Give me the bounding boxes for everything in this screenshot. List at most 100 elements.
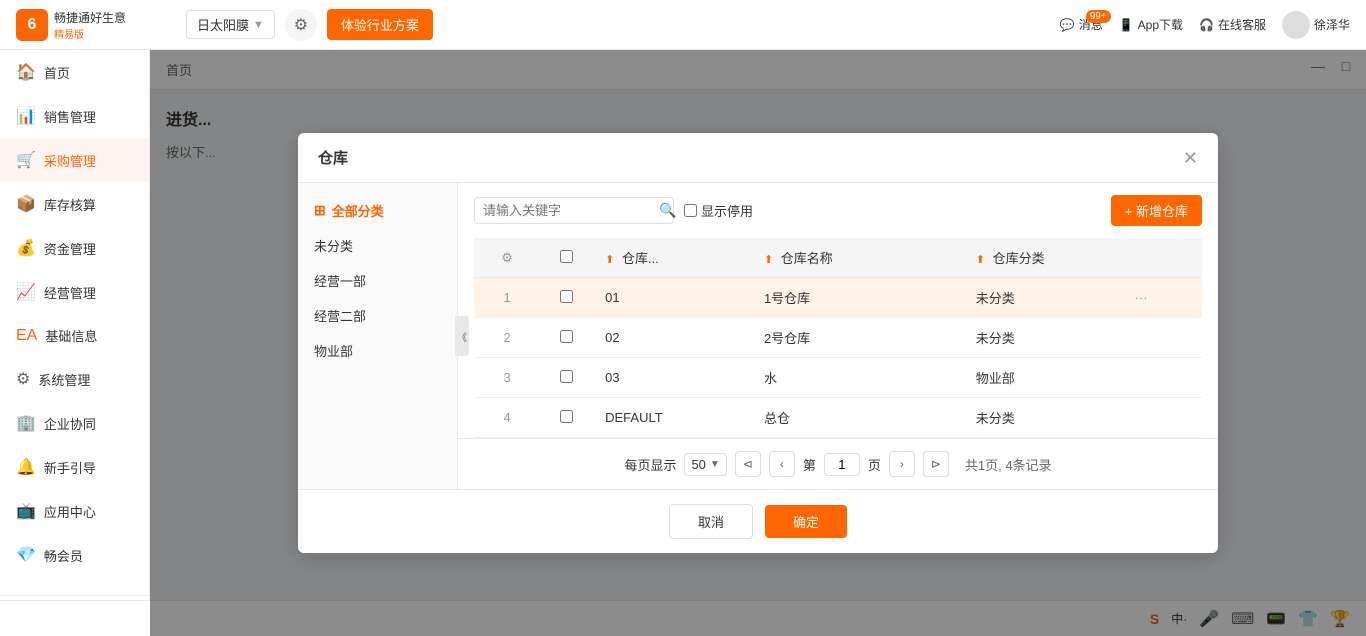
sidebar-item-finance[interactable]: 💰 资金管理 <box>0 226 149 270</box>
category-item-property[interactable]: 物业部 <box>298 333 457 368</box>
pagination: 每页显示 50 ▼ ⊲ ‹ 第 页 › ⊳ 共1页 <box>458 438 1218 489</box>
cell-index: 4 <box>474 398 540 438</box>
category-item-ops1[interactable]: 经营一部 <box>298 263 457 298</box>
th-name: ⬆ 仓库名称 <box>752 238 964 278</box>
sidebar-item-corp[interactable]: 🏢 企业协同 <box>0 401 149 445</box>
dropdown-icon: ▼ <box>253 19 264 31</box>
sidebar-label-ops: 经营管理 <box>44 283 96 302</box>
headset-icon: 🎧 <box>1199 18 1214 32</box>
guide-icon: 🔔 <box>16 457 36 477</box>
row-action-btn[interactable]: ··· <box>1135 290 1148 305</box>
cancel-btn[interactable]: 取消 <box>669 504 753 539</box>
cell-category: 物业部 <box>964 358 1123 398</box>
cell-action <box>1123 398 1202 438</box>
show-disabled-checkbox[interactable] <box>684 204 697 217</box>
row-checkbox[interactable] <box>560 370 573 383</box>
table-row[interactable]: 2 02 2号仓库 未分类 <box>474 318 1202 358</box>
show-disabled-label[interactable]: 显示停用 <box>684 201 753 220</box>
inventory-icon: 📦 <box>16 194 36 214</box>
next-page-btn[interactable]: › <box>889 451 915 477</box>
cell-check[interactable] <box>540 398 593 438</box>
search-input[interactable] <box>483 203 659 218</box>
logo-sub: 精易版 <box>54 26 126 41</box>
sidebar-item-sales[interactable]: 📊 销售管理 <box>0 94 149 138</box>
main-layout: 🏠 首页 📊 销售管理 🛒 采购管理 📦 库存核算 💰 资金管理 📈 经营管理 … <box>0 50 1366 636</box>
app-download-btn[interactable]: 📱 App下载 <box>1119 16 1183 33</box>
sidebar-label-member: 畅会员 <box>44 546 83 565</box>
cell-action <box>1123 358 1202 398</box>
store-selector[interactable]: 日太阳膜 ▼ <box>186 10 275 39</box>
sidebar-item-apps[interactable]: 📺 应用中心 <box>0 489 149 533</box>
page-size-select[interactable]: 50 ▼ <box>684 453 726 476</box>
warehouse-table: ⚙ ⬆ 仓库... <box>474 238 1202 438</box>
sort-icon-cat: ⬆ <box>976 254 985 266</box>
search-icon: 🔍 <box>659 202 676 219</box>
sidebar-item-guide[interactable]: 🔔 新手引导 <box>0 445 149 489</box>
sidebar-label-sales: 销售管理 <box>44 107 96 126</box>
settings-gear-btn[interactable]: ⚙ <box>285 9 317 41</box>
message-badge: 99+ <box>1086 10 1111 23</box>
cell-check[interactable] <box>540 278 593 318</box>
category-item-ops2[interactable]: 经营二部 <box>298 298 457 333</box>
message-btn[interactable]: 💬 消息 99+ <box>1060 16 1103 33</box>
cell-code: 01 <box>593 278 752 318</box>
sidebar-label-purchase: 采购管理 <box>44 151 96 170</box>
first-page-btn[interactable]: ⊲ <box>735 451 761 477</box>
select-all-checkbox[interactable] <box>560 250 573 263</box>
page-size-chevron: ▼ <box>710 459 720 470</box>
purchase-icon: 🛒 <box>16 150 36 170</box>
trial-btn[interactable]: 体验行业方案 <box>327 9 433 40</box>
cell-name: 水 <box>752 358 964 398</box>
last-page-btn[interactable]: ⊳ <box>923 451 949 477</box>
header-right: 💬 消息 99+ 📱 App下载 🎧 在线客服 徐泽华 <box>1060 11 1350 39</box>
row-checkbox[interactable] <box>560 330 573 343</box>
cell-code: DEFAULT <box>593 398 752 438</box>
sidebar-label-apps: 应用中心 <box>44 502 96 521</box>
table-row[interactable]: 4 DEFAULT 总仓 未分类 <box>474 398 1202 438</box>
sidebar-item-basic[interactable]: EA 基础信息 <box>0 314 149 357</box>
dialog-header: 仓库 ✕ <box>298 133 1218 183</box>
sidebar-item-ops[interactable]: 📈 经营管理 <box>0 270 149 314</box>
user-menu[interactable]: 徐泽华 <box>1282 11 1350 39</box>
sidebar-item-home[interactable]: 🏠 首页 <box>0 50 149 94</box>
cell-name: 总仓 <box>752 398 964 438</box>
cell-check[interactable] <box>540 358 593 398</box>
online-service-label: 在线客服 <box>1218 16 1266 33</box>
sidebar-item-inventory[interactable]: 📦 库存核算 <box>0 182 149 226</box>
th-check <box>540 238 593 278</box>
cell-category: 未分类 <box>964 278 1123 318</box>
sidebar-item-system[interactable]: ⚙ 系统管理 <box>0 357 149 401</box>
logo-text: 畅捷通好生意 精易版 <box>54 9 126 41</box>
dialog-footer: 取消 确定 <box>298 489 1218 553</box>
collapse-panel-btn[interactable]: 《 <box>455 316 469 356</box>
per-page-label: 每页显示 <box>624 455 676 474</box>
col-settings-icon[interactable]: ⚙ <box>501 250 513 265</box>
cell-index: 3 <box>474 358 540 398</box>
cell-code: 03 <box>593 358 752 398</box>
content-area: 首页 进货... 按以下... 仓库 ✕ ⊞ 全部分 <box>150 50 1366 636</box>
th-name-label: 仓库名称 <box>781 251 833 266</box>
sidebar-item-member[interactable]: 💎 畅会员 <box>0 533 149 577</box>
sidebar-item-purchase[interactable]: 🛒 采购管理 <box>0 138 149 182</box>
th-code: ⬆ 仓库... <box>593 238 752 278</box>
logo-icon: 6 <box>16 9 48 41</box>
confirm-btn[interactable]: 确定 <box>765 505 847 538</box>
prev-page-btn[interactable]: ‹ <box>769 451 795 477</box>
table-row[interactable]: 3 03 水 物业部 <box>474 358 1202 398</box>
row-checkbox[interactable] <box>560 410 573 423</box>
table-panel: 🔍 显示停用 + 新增仓库 <box>458 183 1218 489</box>
table-row[interactable]: 1 01 1号仓库 未分类 ··· <box>474 278 1202 318</box>
category-item-unclassified[interactable]: 未分类 <box>298 228 457 263</box>
add-warehouse-btn[interactable]: + 新增仓库 <box>1111 195 1202 226</box>
row-checkbox[interactable] <box>560 290 573 303</box>
online-service-btn[interactable]: 🎧 在线客服 <box>1199 16 1266 33</box>
all-categories-btn[interactable]: ⊞ 全部分类 <box>298 193 457 228</box>
sort-icon-code: ⬆ <box>605 254 614 266</box>
corp-icon: 🏢 <box>16 413 36 433</box>
system-icon: ⚙ <box>16 369 30 389</box>
gear-icon: ⚙ <box>294 15 308 35</box>
page-unit: 页 <box>868 455 881 474</box>
page-number-input[interactable] <box>824 453 860 476</box>
dialog-close-btn[interactable]: ✕ <box>1183 149 1198 167</box>
cell-check[interactable] <box>540 318 593 358</box>
